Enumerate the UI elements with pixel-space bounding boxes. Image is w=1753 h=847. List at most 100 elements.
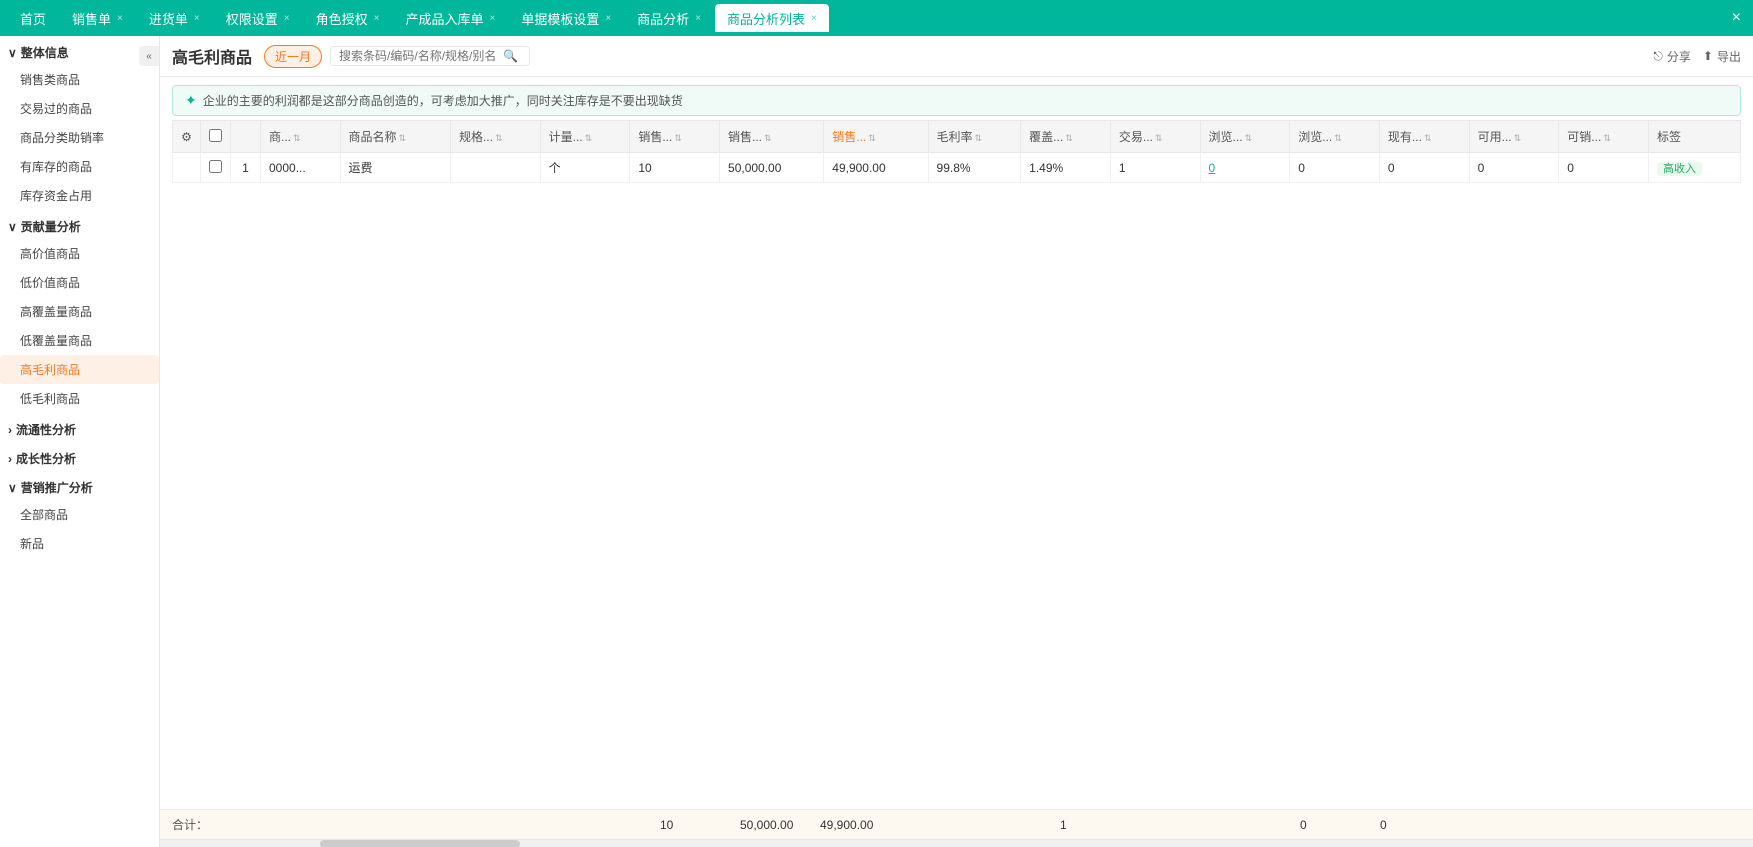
cell-checkbox[interactable] bbox=[201, 153, 231, 183]
sort-icon-sales-qty: ⇅ bbox=[674, 133, 682, 143]
sidebar-item-low-value[interactable]: 低价值商品 bbox=[0, 268, 159, 297]
sidebar-item-traded-goods[interactable]: 交易过的商品 bbox=[0, 94, 159, 123]
tab-template-close[interactable]: × bbox=[605, 13, 611, 24]
tab-role-close[interactable]: × bbox=[374, 13, 380, 24]
cell-current-stock: 0 bbox=[1379, 153, 1469, 183]
sidebar-item-category-rate[interactable]: 商品分类助销率 bbox=[0, 123, 159, 152]
col-sellable[interactable]: 可销...⇅ bbox=[1559, 121, 1649, 153]
sidebar-group-growth[interactable]: › 成长性分析 bbox=[0, 442, 159, 471]
col-gross-margin[interactable]: 毛利率⇅ bbox=[928, 121, 1021, 153]
col-sales-cost[interactable]: 销售...⇅ bbox=[824, 121, 928, 153]
cell-unit: 个 bbox=[540, 153, 630, 183]
tab-permission[interactable]: 权限设置 × bbox=[214, 4, 302, 32]
tab-product-analysis-close[interactable]: × bbox=[695, 13, 701, 24]
sidebar-item-high-margin[interactable]: 高毛利商品 bbox=[0, 355, 159, 384]
sidebar-item-all-goods[interactable]: 全部商品 bbox=[0, 500, 159, 529]
footer-label: 合计： bbox=[172, 816, 252, 833]
col-name[interactable]: 商品名称⇅ bbox=[340, 121, 450, 153]
cell-spec bbox=[450, 153, 540, 183]
col-coverage[interactable]: 覆盖...⇅ bbox=[1021, 121, 1111, 153]
footer-current-stock: 0 bbox=[1292, 818, 1372, 832]
search-box: 🔍 bbox=[330, 46, 530, 66]
sidebar-item-low-margin[interactable]: 低毛利商品 bbox=[0, 384, 159, 413]
col-current-stock[interactable]: 现有...⇅ bbox=[1379, 121, 1469, 153]
sidebar-group-liquidity[interactable]: › 流通性分析 bbox=[0, 413, 159, 442]
col-transactions[interactable]: 交易...⇅ bbox=[1110, 121, 1200, 153]
sort-icon-unit: ⇅ bbox=[585, 133, 593, 143]
chevron-right-icon: › bbox=[8, 423, 12, 437]
data-table: ⚙ 商...⇅ 商品名称⇅ 规格...⇅ 计量...⇅ 销售...⇅ 销售...… bbox=[172, 120, 1741, 183]
col-settings[interactable]: ⚙ bbox=[173, 121, 201, 153]
tab-purchase[interactable]: 进货单 × bbox=[137, 4, 212, 32]
sort-icon-available-stock: ⇅ bbox=[1514, 133, 1522, 143]
tab-home[interactable]: 首页 bbox=[8, 4, 58, 32]
top-nav: 首页 销售单 × 进货单 × 权限设置 × 角色授权 × 产成品入库单 × 单据… bbox=[0, 0, 1753, 36]
tab-product-in-close[interactable]: × bbox=[489, 13, 495, 24]
header-actions: ⎋ 分享 ⬆ 导出 bbox=[1653, 48, 1741, 65]
tab-template[interactable]: 单据模板设置 × bbox=[509, 4, 623, 32]
export-icon: ⬆ bbox=[1703, 49, 1713, 63]
page-title: 高毛利商品 bbox=[172, 44, 252, 68]
col-sales-amount[interactable]: 销售...⇅ bbox=[720, 121, 824, 153]
sort-icon-views1: ⇅ bbox=[1245, 133, 1253, 143]
sidebar-item-low-coverage[interactable]: 低覆盖量商品 bbox=[0, 326, 159, 355]
tab-role[interactable]: 角色授权 × bbox=[304, 4, 392, 32]
sort-icon-code: ⇅ bbox=[293, 133, 301, 143]
cell-tag: 高收入 bbox=[1648, 153, 1740, 183]
content-area: 高毛利商品 近一月 🔍 ⎋ 分享 ⬆ 导出 ✦ 企业的主要的利润都是这部分商品创… bbox=[160, 36, 1753, 847]
select-all-checkbox[interactable] bbox=[209, 129, 222, 142]
bottom-scrollbar[interactable] bbox=[160, 839, 1753, 847]
tab-product-analysis-list[interactable]: 商品分析列表 × bbox=[715, 4, 829, 32]
filter-recent-month[interactable]: 近一月 bbox=[264, 45, 322, 68]
content-header: 高毛利商品 近一月 🔍 ⎋ 分享 ⬆ 导出 bbox=[160, 36, 1753, 77]
footer-total: 合计： 10 50,000.00 49,900.00 1 0 0 bbox=[160, 809, 1753, 839]
sidebar-collapse-btn[interactable]: « bbox=[139, 46, 159, 66]
sidebar-item-high-value[interactable]: 高价值商品 bbox=[0, 239, 159, 268]
col-sales-qty[interactable]: 销售...⇅ bbox=[630, 121, 720, 153]
col-views1[interactable]: 浏览...⇅ bbox=[1200, 121, 1290, 153]
tab-permission-close[interactable]: × bbox=[284, 13, 290, 24]
search-input[interactable] bbox=[339, 49, 499, 63]
close-all-tabs[interactable]: × bbox=[1732, 9, 1741, 27]
chevron-down-icon-2: ∨ bbox=[8, 220, 17, 234]
cell-sales-amount: 50,000.00 bbox=[720, 153, 824, 183]
sort-icon-sales-cost: ⇅ bbox=[868, 133, 876, 143]
tab-product-analysis-list-close[interactable]: × bbox=[811, 13, 817, 24]
col-available-stock[interactable]: 可用...⇅ bbox=[1469, 121, 1559, 153]
col-views2[interactable]: 浏览...⇅ bbox=[1290, 121, 1380, 153]
share-button[interactable]: ⎋ 分享 bbox=[1653, 48, 1691, 65]
cell-sellable: 0 bbox=[1559, 153, 1649, 183]
tab-purchase-close[interactable]: × bbox=[194, 13, 200, 24]
sort-icon-sales-amount: ⇅ bbox=[764, 133, 772, 143]
search-icon[interactable]: 🔍 bbox=[503, 49, 518, 63]
col-tag[interactable]: 标签 bbox=[1648, 121, 1740, 153]
sidebar-item-stocked-goods[interactable]: 有库存的商品 bbox=[0, 152, 159, 181]
sidebar-item-new-goods[interactable]: 新品 bbox=[0, 529, 159, 558]
col-seq bbox=[231, 121, 261, 153]
sidebar-group-marketing[interactable]: ∨ 营销推广分析 bbox=[0, 471, 159, 500]
cell-views2: 0 bbox=[1290, 153, 1380, 183]
tab-sales-close[interactable]: × bbox=[117, 13, 123, 24]
chevron-right-icon-2: › bbox=[8, 452, 12, 466]
scroll-thumb[interactable] bbox=[320, 840, 520, 847]
footer-available-stock: 0 bbox=[1372, 818, 1452, 832]
col-unit[interactable]: 计量...⇅ bbox=[540, 121, 630, 153]
cell-gross-margin: 99.8% bbox=[928, 153, 1021, 183]
export-button[interactable]: ⬆ 导出 bbox=[1703, 48, 1741, 65]
tab-product-analysis[interactable]: 商品分析 × bbox=[625, 4, 713, 32]
cell-sales-qty: 10 bbox=[630, 153, 720, 183]
sidebar-item-stock-capital[interactable]: 库存资金占用 bbox=[0, 181, 159, 210]
tab-sales[interactable]: 销售单 × bbox=[60, 4, 135, 32]
tab-product-in[interactable]: 产成品入库单 × bbox=[393, 4, 507, 32]
col-checkbox[interactable] bbox=[201, 121, 231, 153]
col-code[interactable]: 商...⇅ bbox=[261, 121, 341, 153]
info-banner: ✦ 企业的主要的利润都是这部分商品创造的，可考虑加大推广，同时关注库存是不要出现… bbox=[172, 85, 1741, 116]
sidebar-group-contribution[interactable]: ∨ 贡献量分析 bbox=[0, 210, 159, 239]
sort-icon-transactions: ⇅ bbox=[1155, 133, 1163, 143]
cell-views1[interactable]: 0 bbox=[1200, 153, 1290, 183]
sidebar-item-sales-goods[interactable]: 销售类商品 bbox=[0, 65, 159, 94]
sidebar: « ∨ 整体信息 销售类商品 交易过的商品 商品分类助销率 有库存的商品 库存资… bbox=[0, 36, 160, 847]
sidebar-item-high-coverage[interactable]: 高覆盖量商品 bbox=[0, 297, 159, 326]
col-spec[interactable]: 规格...⇅ bbox=[450, 121, 540, 153]
sidebar-group-overall[interactable]: ∨ 整体信息 bbox=[0, 36, 159, 65]
